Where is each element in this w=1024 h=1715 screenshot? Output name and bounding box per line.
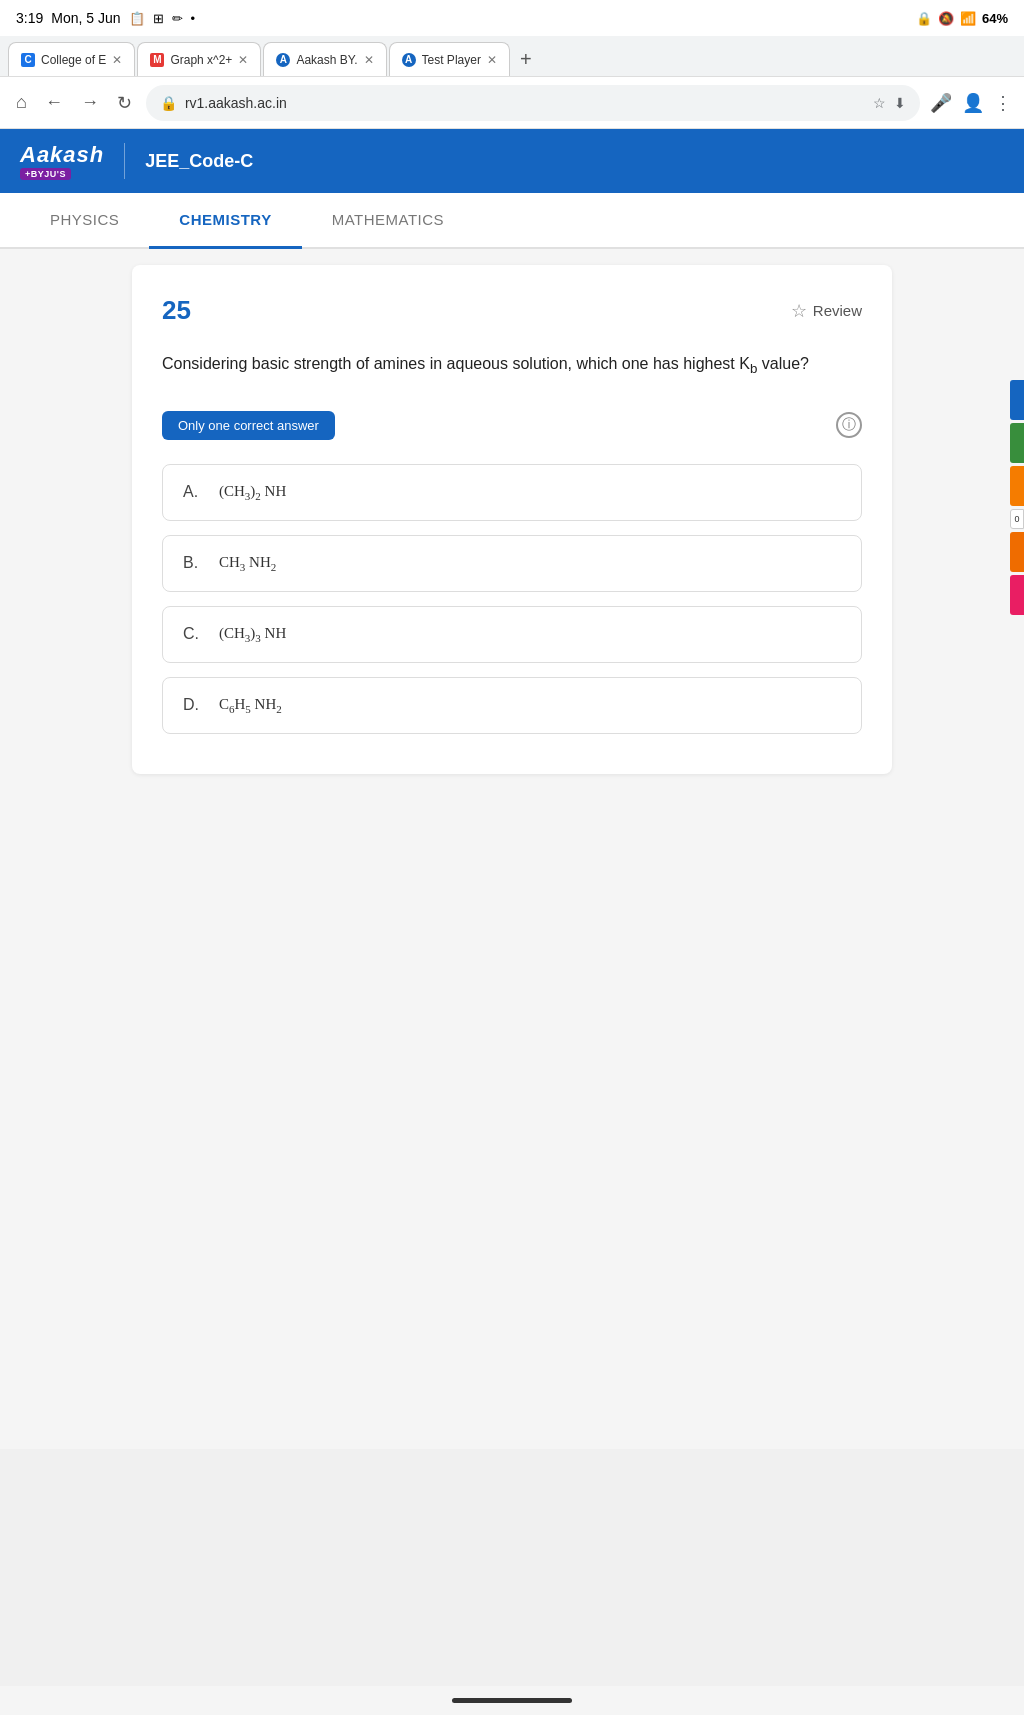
back-button[interactable]: ← xyxy=(41,88,67,117)
question-text-main: Considering basic strength of amines in … xyxy=(162,355,750,372)
forward-button[interactable]: → xyxy=(77,88,103,117)
question-text: Considering basic strength of amines in … xyxy=(162,350,862,381)
side-indicator-orange2 xyxy=(1010,532,1024,572)
status-left: 3:19 Mon, 5 Jun 📋 ⊞ ✏ • xyxy=(16,10,195,26)
tab-chemistry[interactable]: CHEMISTRY xyxy=(149,193,301,249)
tab-mathematics[interactable]: MATHEMATICS xyxy=(302,193,474,249)
tab-title-college: College of E xyxy=(41,53,106,67)
option-b-text: CH3 NH2 xyxy=(219,554,276,573)
tab-title-testplayer: Test Player xyxy=(422,53,481,67)
option-a[interactable]: A. (CH3)2 NH xyxy=(162,464,862,521)
cast-icon: ⊞ xyxy=(153,11,164,26)
side-indicator-orange xyxy=(1010,466,1024,506)
review-label: Review xyxy=(813,302,862,319)
side-counter: 0 xyxy=(1010,509,1024,529)
status-date: Mon, 5 Jun xyxy=(51,10,120,26)
url-bar[interactable]: 🔒 rv1.aakash.ac.in ☆ ⬇ xyxy=(146,85,920,121)
phone-icon: 📋 xyxy=(129,11,145,26)
header-title: JEE_Code-C xyxy=(145,151,253,172)
info-icon[interactable]: ⓘ xyxy=(836,412,862,438)
side-indicator-green xyxy=(1010,423,1024,463)
pencil-icon: ✏ xyxy=(172,11,183,26)
tab-graph[interactable]: M Graph x^2+ ✕ xyxy=(137,42,261,76)
option-b-label: B. xyxy=(183,554,203,572)
tab-title-graph: Graph x^2+ xyxy=(170,53,232,67)
option-b[interactable]: B. CH3 NH2 xyxy=(162,535,862,592)
option-d-label: D. xyxy=(183,696,203,714)
option-c-label: C. xyxy=(183,625,203,643)
lock-url-icon: 🔒 xyxy=(160,95,177,111)
tab-bar: C College of E ✕ M Graph x^2+ ✕ A Aakash… xyxy=(0,36,1024,77)
tab-testplayer[interactable]: A Test Player ✕ xyxy=(389,42,510,76)
dot-icon: • xyxy=(191,11,196,26)
side-indicator-pink xyxy=(1010,575,1024,615)
download-icon[interactable]: ⬇ xyxy=(894,95,906,111)
tab-favicon-aakash: A xyxy=(276,53,290,67)
option-d-text: C6H5 NH2 xyxy=(219,696,282,715)
bookmark-icon[interactable]: ☆ xyxy=(873,95,886,111)
star-icon: ☆ xyxy=(791,300,807,322)
logo-main-text: Aakash xyxy=(20,142,104,168)
tab-close-testplayer[interactable]: ✕ xyxy=(487,53,497,67)
option-a-text: (CH3)2 NH xyxy=(219,483,286,502)
header-divider xyxy=(124,143,125,179)
question-text-end: value? xyxy=(757,355,809,372)
option-c-text: (CH3)3 NH xyxy=(219,625,286,644)
mic-icon[interactable]: 🎤 xyxy=(930,92,952,114)
tab-college[interactable]: C College of E ✕ xyxy=(8,42,135,76)
question-card: 25 ☆ Review Considering basic strength o… xyxy=(132,265,892,774)
options-list: A. (CH3)2 NH B. CH3 NH2 C. (CH3)3 NH xyxy=(162,464,862,734)
option-c[interactable]: C. (CH3)3 NH xyxy=(162,606,862,663)
tab-close-graph[interactable]: ✕ xyxy=(238,53,248,67)
tab-aakash[interactable]: A Aakash BY. ✕ xyxy=(263,42,386,76)
tab-close-aakash[interactable]: ✕ xyxy=(364,53,374,67)
subject-tabs: PHYSICS CHEMISTRY MATHEMATICS xyxy=(0,193,1024,249)
address-bar: ⌂ ← → ↻ 🔒 rv1.aakash.ac.in ☆ ⬇ 🎤 👤 ⋮ xyxy=(0,77,1024,129)
tab-close-college[interactable]: ✕ xyxy=(112,53,122,67)
status-right: 🔒 🔕 📶 64% xyxy=(916,11,1008,26)
bottom-bar xyxy=(0,1686,1024,1715)
option-d[interactable]: D. C6H5 NH2 xyxy=(162,677,862,734)
logo-byju-text: +BYJU'S xyxy=(20,168,71,180)
question-number: 25 xyxy=(162,295,191,326)
mute-icon: 🔕 xyxy=(938,11,954,26)
home-button[interactable]: ⌂ xyxy=(12,88,31,117)
status-bar: 3:19 Mon, 5 Jun 📋 ⊞ ✏ • 🔒 🔕 📶 64% xyxy=(0,0,1024,36)
menu-icon[interactable]: ⋮ xyxy=(994,92,1012,114)
aakash-logo: Aakash +BYJU'S xyxy=(20,142,104,180)
tab-favicon-college: C xyxy=(21,53,35,67)
toolbar-icons: 🎤 👤 ⋮ xyxy=(930,92,1012,114)
refresh-button[interactable]: ↻ xyxy=(113,88,136,118)
answer-type-row: Only one correct answer ⓘ xyxy=(162,411,862,440)
option-a-label: A. xyxy=(183,483,203,501)
answer-type-badge: Only one correct answer xyxy=(162,411,335,440)
question-header: 25 ☆ Review xyxy=(162,295,862,326)
tab-favicon-testplayer: A xyxy=(402,53,416,67)
review-button[interactable]: ☆ Review xyxy=(791,300,862,322)
new-tab-button[interactable]: + xyxy=(512,48,540,71)
tab-favicon-graph: M xyxy=(150,53,164,67)
aakash-header: Aakash +BYJU'S JEE_Code-C xyxy=(0,129,1024,193)
side-indicator-blue xyxy=(1010,380,1024,420)
bottom-indicator xyxy=(452,1698,572,1703)
url-text: rv1.aakash.ac.in xyxy=(185,95,865,111)
lock-icon: 🔒 xyxy=(916,11,932,26)
main-content: 25 ☆ Review Considering basic strength o… xyxy=(0,249,1024,1449)
tab-physics[interactable]: PHYSICS xyxy=(20,193,149,249)
wifi-icon: 📶 xyxy=(960,11,976,26)
side-panel: 0 xyxy=(1010,380,1024,615)
tab-title-aakash: Aakash BY. xyxy=(296,53,357,67)
profile-icon[interactable]: 👤 xyxy=(962,92,984,114)
status-time: 3:19 xyxy=(16,10,43,26)
battery-level: 64% xyxy=(982,11,1008,26)
